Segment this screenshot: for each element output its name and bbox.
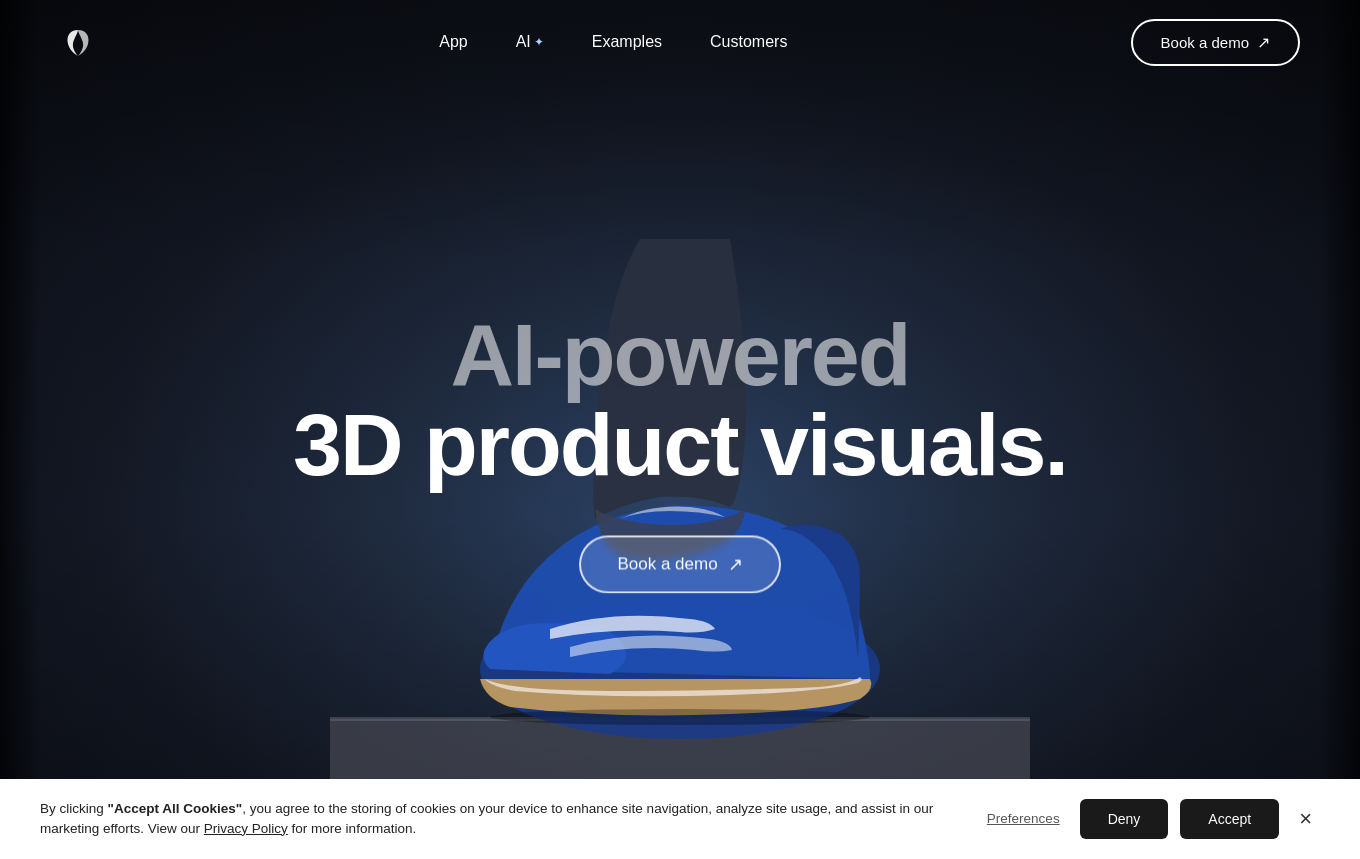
edge-overlay-right (1320, 0, 1360, 779)
navbar-cta-label: Book a demo (1161, 34, 1249, 51)
hero-line1: AI-powered (230, 311, 1130, 399)
edge-overlay-left (0, 0, 40, 779)
hero-cta-arrow-icon: ↗ (728, 553, 743, 575)
logo-icon (60, 24, 96, 60)
cookie-text: By clicking "Accept All Cookies", you ag… (40, 799, 959, 840)
hero-cta-button[interactable]: Book a demo ↗ (579, 535, 780, 593)
ai-sparkle-icon: ✦ (534, 35, 544, 49)
nav-label-ai: AI (516, 33, 531, 51)
cookie-actions: Preferences Deny Accept × (979, 799, 1320, 839)
nav-label-customers: Customers (710, 33, 787, 51)
hero-cta-label: Book a demo (617, 554, 717, 574)
navbar-nav: App AI✦ Examples Customers (439, 33, 787, 51)
hero-line2: 3D product visuals. (230, 399, 1130, 491)
navbar: App AI✦ Examples Customers Book a demo ↗ (0, 0, 1360, 84)
cookie-accept-button[interactable]: Accept (1180, 799, 1279, 839)
cookie-privacy-link[interactable]: Privacy Policy (204, 821, 288, 836)
cookie-text-strong: "Accept All Cookies" (108, 801, 243, 816)
nav-label-app: App (439, 33, 467, 51)
nav-item-customers[interactable]: Customers (710, 33, 787, 51)
cookie-deny-button[interactable]: Deny (1080, 799, 1169, 839)
svg-point-3 (490, 709, 870, 725)
navbar-cta-arrow-icon: ↗ (1257, 33, 1270, 52)
logo[interactable] (60, 24, 96, 60)
cookie-preferences-button[interactable]: Preferences (979, 807, 1068, 830)
cookie-text-prefix: By clicking (40, 801, 108, 816)
nav-item-examples[interactable]: Examples (592, 33, 662, 51)
cookie-banner: By clicking "Accept All Cookies", you ag… (0, 779, 1360, 860)
cookie-close-button[interactable]: × (1291, 804, 1320, 834)
navbar-book-demo-button[interactable]: Book a demo ↗ (1131, 19, 1300, 66)
nav-item-ai[interactable]: AI✦ (516, 33, 544, 51)
cookie-text-end: for more information. (288, 821, 416, 836)
hero-content: AI-powered 3D product visuals. Book a de… (230, 311, 1130, 593)
nav-label-examples: Examples (592, 33, 662, 51)
nav-item-app[interactable]: App (439, 33, 467, 51)
